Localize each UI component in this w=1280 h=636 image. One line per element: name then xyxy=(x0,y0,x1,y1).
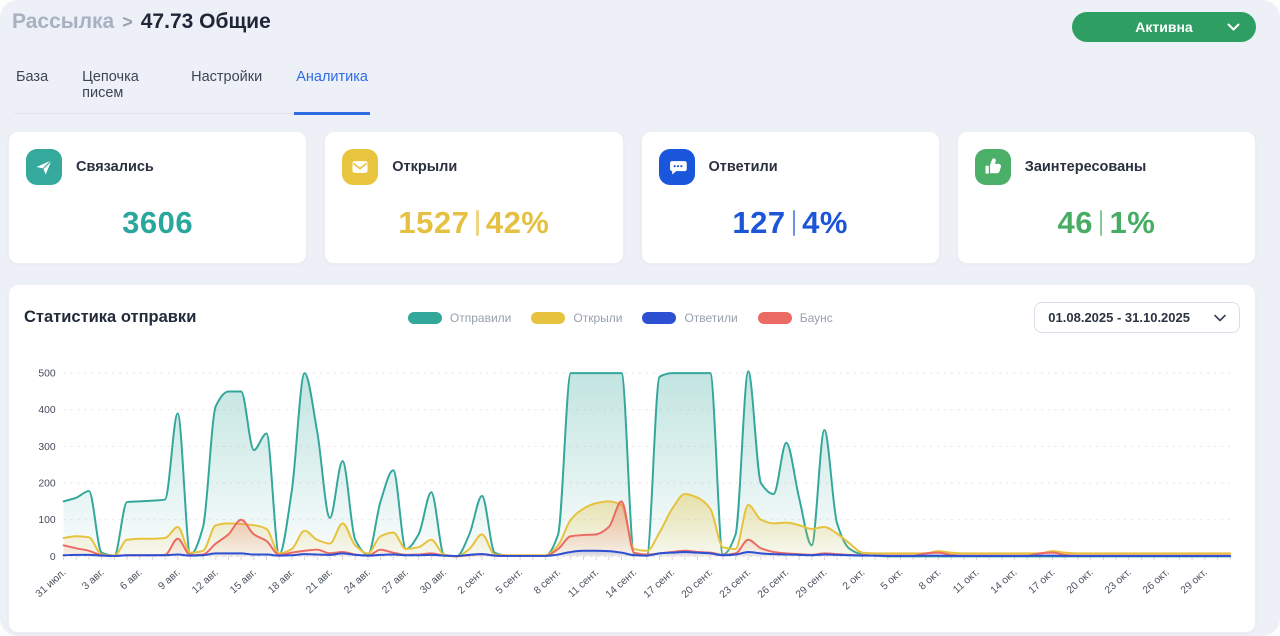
svg-text:23 сент.: 23 сент. xyxy=(718,567,753,600)
svg-text:2 окт.: 2 окт. xyxy=(841,567,867,592)
svg-text:300: 300 xyxy=(38,442,56,453)
svg-text:5 сент.: 5 сент. xyxy=(494,567,525,596)
send-icon xyxy=(26,149,62,185)
tab-bar: База Цепочка писем Настройки Аналитика xyxy=(14,69,370,114)
date-range-value: 01.08.2025 - 31.10.2025 xyxy=(1048,310,1190,325)
breadcrumb-separator: > xyxy=(122,12,133,33)
stat-value-divider xyxy=(476,210,479,236)
svg-text:200: 200 xyxy=(38,479,56,490)
envelope-icon xyxy=(342,149,378,185)
page-title: 47.73 Общие xyxy=(141,10,271,34)
chevron-down-icon xyxy=(1227,23,1240,32)
stat-percent: 1% xyxy=(1109,205,1155,240)
page-header: Рассылка > 47.73 Общие Активна xyxy=(0,0,1280,42)
legend-swatch-replied xyxy=(642,312,676,324)
svg-text:23 окт.: 23 окт. xyxy=(1103,567,1134,596)
legend-item-sent[interactable]: Отправили xyxy=(408,311,511,325)
stat-card-opened: Открыли 1527 42% xyxy=(324,131,623,264)
stat-label: Заинтересованы xyxy=(1025,159,1147,175)
svg-text:24 авг.: 24 авг. xyxy=(342,567,372,596)
stat-value: 3606 xyxy=(122,205,193,240)
mailing-analytics-page: Рассылка > 47.73 Общие Активна База Цепо… xyxy=(0,0,1280,636)
svg-text:100: 100 xyxy=(38,515,56,526)
svg-text:5 окт.: 5 окт. xyxy=(879,567,905,592)
campaign-status-button[interactable]: Активна xyxy=(1072,12,1256,42)
tab-email-chain[interactable]: Цепочка писем xyxy=(80,69,159,115)
svg-text:8 сент.: 8 сент. xyxy=(532,567,563,596)
stat-value-divider xyxy=(1100,210,1103,236)
svg-text:26 сент.: 26 сент. xyxy=(756,567,791,600)
svg-text:30 авг.: 30 авг. xyxy=(418,567,448,596)
legend-swatch-bounce xyxy=(758,312,792,324)
svg-text:14 сент.: 14 сент. xyxy=(604,567,639,600)
svg-text:500: 500 xyxy=(38,369,56,380)
tab-analytics[interactable]: Аналитика xyxy=(294,69,370,115)
legend-item-opened[interactable]: Открыли xyxy=(531,311,622,325)
svg-text:2 сент.: 2 сент. xyxy=(456,567,487,596)
svg-text:18 авг.: 18 авг. xyxy=(266,567,296,596)
svg-text:12 авг.: 12 авг. xyxy=(190,567,220,596)
chat-icon xyxy=(659,149,695,185)
svg-text:11 окт.: 11 окт. xyxy=(951,567,981,596)
svg-text:26 окт.: 26 окт. xyxy=(1141,567,1172,596)
svg-text:6 авг.: 6 авг. xyxy=(118,567,144,592)
svg-text:3 авг.: 3 авг. xyxy=(80,567,106,592)
stat-card-replied: Ответили 127 4% xyxy=(641,131,940,264)
svg-text:8 окт.: 8 окт. xyxy=(917,567,943,592)
send-statistics-card: Статистика отправки Отправили Открыли От… xyxy=(8,284,1256,633)
stat-percent: 4% xyxy=(802,205,848,240)
chevron-down-icon xyxy=(1214,314,1226,322)
svg-text:21 авг.: 21 авг. xyxy=(304,567,334,596)
stat-label: Связались xyxy=(76,159,154,175)
stat-value: 1527 xyxy=(398,205,469,240)
stat-cards-row: Связались 3606 Открыли 152742% О xyxy=(8,131,1256,264)
date-range-select[interactable]: 01.08.2025 - 31.10.2025 xyxy=(1034,302,1240,333)
tab-base[interactable]: База xyxy=(14,69,50,115)
svg-text:15 авг.: 15 авг. xyxy=(228,567,258,596)
chart-title: Статистика отправки xyxy=(24,308,196,327)
legend-item-bounce[interactable]: Баунс xyxy=(758,311,833,325)
svg-text:29 сент.: 29 сент. xyxy=(794,567,829,600)
svg-text:27 авг.: 27 авг. xyxy=(380,567,410,596)
svg-text:9 авг.: 9 авг. xyxy=(156,567,182,592)
stat-value: 46 xyxy=(1057,205,1092,240)
stat-label: Ответили xyxy=(709,159,778,175)
svg-text:17 окт.: 17 окт. xyxy=(1027,567,1058,596)
svg-text:11 сент.: 11 сент. xyxy=(566,567,601,600)
stat-value-divider xyxy=(793,210,796,236)
chart-legend: Отправили Открыли Ответили Баунс xyxy=(398,311,833,325)
svg-text:400: 400 xyxy=(38,405,56,416)
svg-text:20 окт.: 20 окт. xyxy=(1065,567,1096,596)
breadcrumb: Рассылка > 47.73 Общие xyxy=(12,10,271,34)
stat-card-interested: Заинтересованы 46 1% xyxy=(957,131,1256,264)
svg-text:31 июл.: 31 июл. xyxy=(34,567,69,600)
svg-text:14 окт.: 14 окт. xyxy=(989,567,1020,596)
send-statistics-chart: 0 100 200 300 400 500 31 июл. 3 авг. 6 авг. 9 авг… xyxy=(24,347,1240,629)
stat-percent: 42% xyxy=(486,205,550,240)
stat-card-contacted: Связались 3606 xyxy=(8,131,307,264)
campaign-status-label: Активна xyxy=(1135,19,1192,35)
svg-text:29 окт.: 29 окт. xyxy=(1179,567,1210,596)
thumbs-up-icon xyxy=(975,149,1011,185)
legend-item-replied[interactable]: Ответили xyxy=(642,311,737,325)
stat-value: 127 xyxy=(732,205,785,240)
svg-text:0: 0 xyxy=(50,552,56,563)
tab-settings[interactable]: Настройки xyxy=(189,69,264,115)
stat-label: Открыли xyxy=(392,159,457,175)
breadcrumb-parent-link[interactable]: Рассылка xyxy=(12,10,114,34)
svg-text:20 сент.: 20 сент. xyxy=(680,567,715,600)
legend-swatch-opened xyxy=(531,312,565,324)
svg-text:17 сент.: 17 сент. xyxy=(642,567,677,600)
legend-swatch-sent xyxy=(408,312,442,324)
